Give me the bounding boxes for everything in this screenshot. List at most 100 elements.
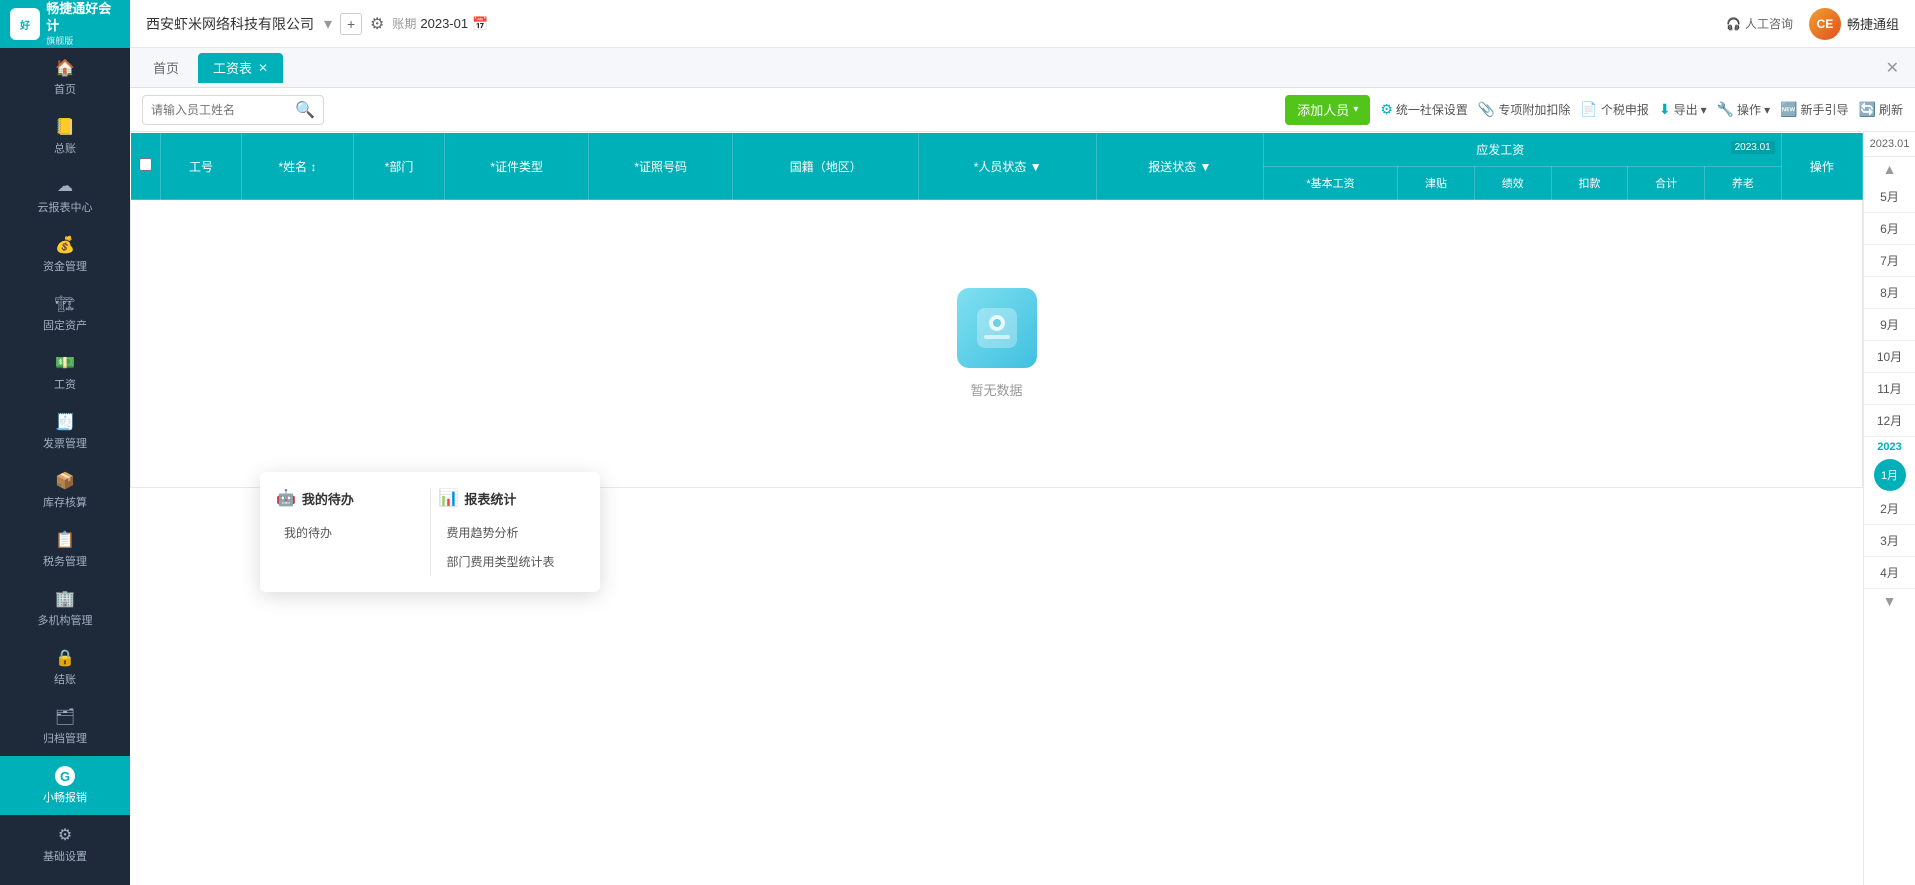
month-6[interactable]: 6月: [1864, 213, 1915, 245]
header-period: 账期 2023-01 📅: [392, 15, 488, 32]
sidebar-item-funds[interactable]: 💰 资金管理: [0, 225, 130, 284]
sidebar-item-archive[interactable]: 🗂 归档管理: [0, 697, 130, 756]
expense-trend-item[interactable]: 费用趋势分析: [439, 518, 585, 547]
sidebar-logo[interactable]: 好 畅捷通好会计 旗舰版: [0, 0, 130, 48]
logo-text-wrap: 畅捷通好会计 旗舰版: [46, 1, 120, 48]
tab-salary-table[interactable]: 工资表 ✕: [198, 53, 283, 83]
funds-icon: 💰: [55, 235, 75, 255]
sidebar-item-reports[interactable]: ☁ 云报表中心: [0, 166, 130, 225]
month-2[interactable]: 2月: [1864, 493, 1915, 525]
special-deduct-label: 专项附加扣除: [1498, 101, 1570, 118]
operations-action[interactable]: 🔧 操作 ▾: [1717, 101, 1770, 118]
month-3[interactable]: 3月: [1864, 525, 1915, 557]
special-deduct-action[interactable]: 📎 专项附加扣除: [1478, 101, 1570, 118]
sidebar-item-tax[interactable]: 📋 税务管理: [0, 520, 130, 579]
refresh-action[interactable]: 🔄 刷新: [1859, 101, 1903, 118]
social-security-action[interactable]: ⚙ 统一社保设置: [1380, 101, 1468, 118]
add-person-button[interactable]: 添加人员 ▾: [1285, 95, 1370, 125]
special-deduct-icon: 📎: [1478, 101, 1495, 118]
basic-icon: ⚙: [58, 825, 72, 845]
search-icon[interactable]: 🔍: [295, 100, 315, 120]
month-4[interactable]: 4月: [1864, 557, 1915, 589]
logo-icon: 好: [10, 8, 40, 40]
tab-salary-label: 工资表: [213, 58, 252, 77]
social-security-icon: ⚙: [1380, 101, 1393, 118]
month-12[interactable]: 12月: [1864, 405, 1915, 437]
search-wrap: 🔍: [142, 95, 324, 125]
month-7[interactable]: 7月: [1864, 245, 1915, 277]
select-all-checkbox[interactable]: [139, 158, 152, 171]
top-header: 西安虾米网络科技有限公司 ▾ + ⚙ 账期 2023-01 📅 🎧 人工咨询 C…: [130, 0, 1915, 48]
tab-home[interactable]: 首页: [138, 53, 194, 83]
add-person-label: 添加人员: [1297, 100, 1349, 119]
my-todo-item[interactable]: 我的待办: [276, 518, 422, 547]
salary-table: 工号 *姓名 ↕ *部门 *证件类型 *证照号码 国籍（地区） *人员状态 ▼ …: [130, 132, 1863, 488]
no-data-cell: 暂无数据: [131, 200, 1863, 488]
content-area: 工号 *姓名 ↕ *部门 *证件类型 *证照号码 国籍（地区） *人员状态 ▼ …: [130, 132, 1915, 885]
sidebar-item-multiorg[interactable]: 🏢 多机构管理: [0, 579, 130, 638]
pension-header: 养老: [1705, 167, 1782, 200]
month-scroll-up-button[interactable]: ▲: [1864, 157, 1915, 181]
month-scroll-down-button[interactable]: ▼: [1864, 589, 1915, 613]
salary-icon: 💵: [55, 353, 75, 373]
support-button[interactable]: 🎧 人工咨询: [1726, 15, 1793, 32]
cert-no-header: *证照号码: [589, 133, 733, 200]
export-label: 导出: [1674, 101, 1698, 118]
month-11[interactable]: 11月: [1864, 373, 1915, 405]
sidebar-label-assets: 固定资产: [43, 317, 87, 333]
sidebar-item-home[interactable]: 🏠 首页: [0, 48, 130, 107]
operations-icon: 🔧: [1717, 101, 1734, 118]
no-data-text: 暂无数据: [970, 380, 1022, 399]
company-dropdown-icon[interactable]: ▾: [324, 14, 332, 34]
assets-icon: 🏗: [55, 294, 75, 314]
checkbox-header[interactable]: [131, 133, 161, 200]
sidebar-item-inventory[interactable]: 📦 库存核算: [0, 461, 130, 520]
new-guide-action[interactable]: 🆕 新手引导: [1780, 101, 1848, 118]
sidebar-item-assets[interactable]: 🏗 固定资产: [0, 284, 130, 343]
month-1-active[interactable]: 1月: [1874, 459, 1906, 491]
tax-report-action[interactable]: 📄 个税申报: [1580, 101, 1648, 118]
popup-divider: [430, 488, 431, 576]
sidebar-label-invoice: 发票管理: [43, 435, 87, 451]
header-add-button[interactable]: +: [340, 13, 362, 35]
company-name: 西安虾米网络科技有限公司: [146, 14, 314, 34]
sidebar-item-invoice[interactable]: 🧾 发票管理: [0, 402, 130, 461]
search-input[interactable]: [151, 103, 291, 117]
dept-expense-item[interactable]: 部门费用类型统计表: [439, 547, 585, 576]
reports-icon: ☁: [57, 176, 73, 196]
user-menu[interactable]: CE 畅捷通组: [1809, 8, 1899, 40]
calendar-icon[interactable]: 📅: [472, 16, 488, 32]
sidebar-label-inventory: 库存核算: [43, 494, 87, 510]
sidebar-label-reports: 云报表中心: [38, 199, 93, 215]
sidebar-item-xiaochang[interactable]: G 小畅报销: [0, 756, 130, 815]
toolbar-actions: 添加人员 ▾ ⚙ 统一社保设置 📎 专项附加扣除 📄 个税申报 ⬇ 导出 ▾ �: [1285, 95, 1903, 125]
new-guide-icon: 🆕: [1780, 101, 1797, 118]
sidebar-item-salary[interactable]: 💵 工资: [0, 343, 130, 402]
month-10[interactable]: 10月: [1864, 341, 1915, 373]
year-2023-label: 2023: [1864, 437, 1915, 457]
tab-bar-close-icon[interactable]: ✕: [1878, 58, 1907, 78]
month-9[interactable]: 9月: [1864, 309, 1915, 341]
salary-year-label: 2023.01: [1731, 141, 1775, 154]
sidebar-label-xiaochang: 小畅报销: [43, 789, 87, 805]
sidebar-label-tax: 税务管理: [43, 553, 87, 569]
multiorg-icon: 🏢: [55, 589, 75, 609]
sidebar-label-basic: 基础设置: [43, 848, 87, 864]
header-settings-button[interactable]: ⚙: [370, 14, 384, 34]
sidebar: 好 畅捷通好会计 旗舰版 🏠 首页 📒 总账 ☁ 云报表中心 💰 资金管理 🏗 …: [0, 0, 130, 885]
month-8[interactable]: 8月: [1864, 277, 1915, 309]
month-5[interactable]: 5月: [1864, 181, 1915, 213]
tab-close-icon[interactable]: ✕: [258, 61, 268, 75]
sidebar-label-archive: 归档管理: [43, 730, 87, 746]
sidebar-item-ledger[interactable]: 📒 总账: [0, 107, 130, 166]
sidebar-item-guide[interactable]: ▶ 新手引导: [0, 874, 130, 885]
operations-label: 操作: [1737, 101, 1761, 118]
sidebar-item-basic[interactable]: ⚙ 基础设置: [0, 815, 130, 874]
export-action[interactable]: ⬇ 导出 ▾: [1659, 101, 1707, 118]
refresh-icon: 🔄: [1859, 101, 1876, 118]
bonus-header: 绩效: [1474, 167, 1551, 200]
popup-menu: 🤖 我的待办 我的待办 📊 报表统计 费用趋势分析 部门费用类型统计表: [260, 472, 600, 592]
invoice-icon: 🧾: [55, 412, 75, 432]
sidebar-item-close[interactable]: 🔒 结账: [0, 638, 130, 697]
no-data-area: 暂无数据: [137, 208, 1856, 479]
